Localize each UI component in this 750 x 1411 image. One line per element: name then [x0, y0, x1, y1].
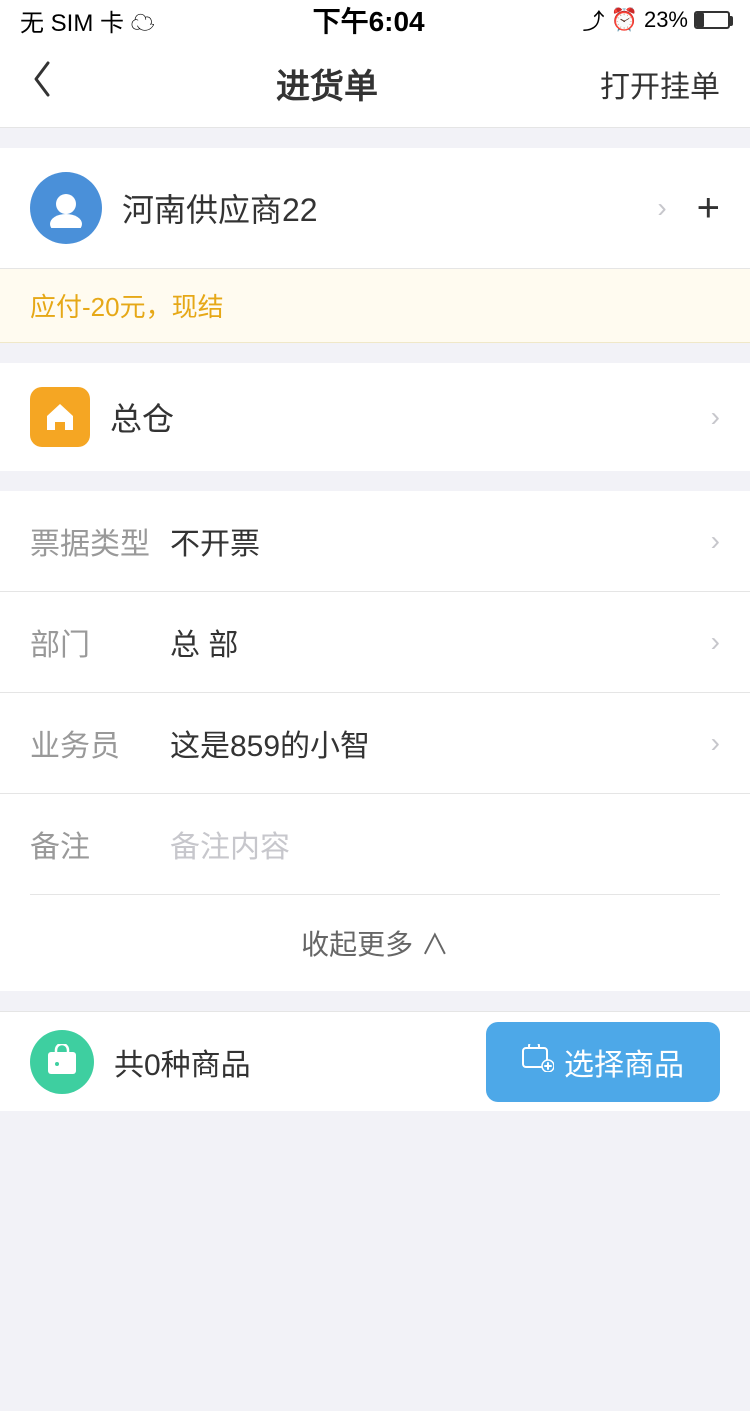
notice-banner: 应付-20元，现结 — [0, 269, 750, 343]
warehouse-row[interactable]: 总仓 › — [0, 363, 750, 471]
nav-bar: 进货单 打开挂单 — [0, 40, 750, 128]
warehouse-icon-wrap — [30, 387, 90, 447]
warehouse-name: 总仓 — [110, 394, 711, 440]
salesperson-label: 业务员 — [30, 721, 170, 765]
status-right: ⤴ ⏰ 23% — [583, 4, 730, 36]
product-count: 共0种商品 — [114, 1040, 486, 1084]
battery-label: 23% — [644, 7, 688, 33]
product-icon-wrap — [30, 1030, 94, 1094]
supplier-chevron-icon: › — [657, 192, 666, 224]
invoice-type-row[interactable]: 票据类型 不开票 › — [0, 491, 750, 592]
divider-3 — [0, 991, 750, 1011]
department-row[interactable]: 部门 总 部 › — [0, 592, 750, 693]
avatar — [30, 172, 102, 244]
invoice-type-value: 不开票 — [170, 519, 711, 563]
select-product-icon — [522, 1044, 554, 1080]
warehouse-chevron-icon: › — [711, 401, 720, 433]
department-label: 部门 — [30, 620, 170, 664]
open-pending-button[interactable]: 打开挂单 — [600, 62, 720, 106]
collapse-button[interactable]: 收起更多 ∧ — [0, 895, 750, 991]
divider-1 — [0, 343, 750, 363]
department-chevron-icon: › — [711, 626, 720, 658]
status-time: 下午6:04 — [313, 0, 425, 40]
form-section: 票据类型 不开票 › 部门 总 部 › 业务员 这是859的小智 › 备注 备注… — [0, 491, 750, 991]
bottom-bar: 共0种商品 选择商品 — [0, 1011, 750, 1111]
salesperson-chevron-icon: › — [711, 727, 720, 759]
add-supplier-button[interactable]: + — [697, 186, 720, 231]
content-area — [0, 1111, 750, 1411]
location-icon: ⤴ — [583, 4, 605, 36]
invoice-type-chevron-icon: › — [711, 525, 720, 557]
divider-2 — [0, 471, 750, 491]
supplier-name: 河南供应商22 — [122, 185, 657, 231]
supplier-section: 河南供应商22 › + 应付-20元，现结 — [0, 148, 750, 343]
select-product-button[interactable]: 选择商品 — [486, 1022, 720, 1102]
alarm-icon: ⏰ — [611, 7, 638, 33]
status-bar: 无 SIM 卡 ☁ 下午6:04 ⤴ ⏰ 23% — [0, 0, 750, 40]
supplier-row[interactable]: 河南供应商22 › + — [0, 148, 750, 269]
salesperson-value: 这是859的小智 — [170, 721, 711, 765]
department-value: 总 部 — [170, 620, 711, 664]
remark-row[interactable]: 备注 备注内容 — [0, 794, 750, 894]
page-title: 进货单 — [276, 59, 378, 108]
battery-icon — [694, 11, 730, 29]
remark-input[interactable]: 备注内容 — [170, 822, 720, 866]
select-product-label: 选择商品 — [564, 1040, 684, 1084]
status-left: 无 SIM 卡 ☁ — [20, 3, 155, 38]
warehouse-section: 总仓 › — [0, 363, 750, 471]
back-button[interactable] — [30, 59, 54, 108]
invoice-type-label: 票据类型 — [30, 519, 170, 563]
salesperson-row[interactable]: 业务员 这是859的小智 › — [0, 693, 750, 794]
remark-label: 备注 — [30, 822, 170, 866]
sim-label: 无 SIM 卡 ☁ — [20, 3, 155, 38]
top-divider — [0, 128, 750, 148]
